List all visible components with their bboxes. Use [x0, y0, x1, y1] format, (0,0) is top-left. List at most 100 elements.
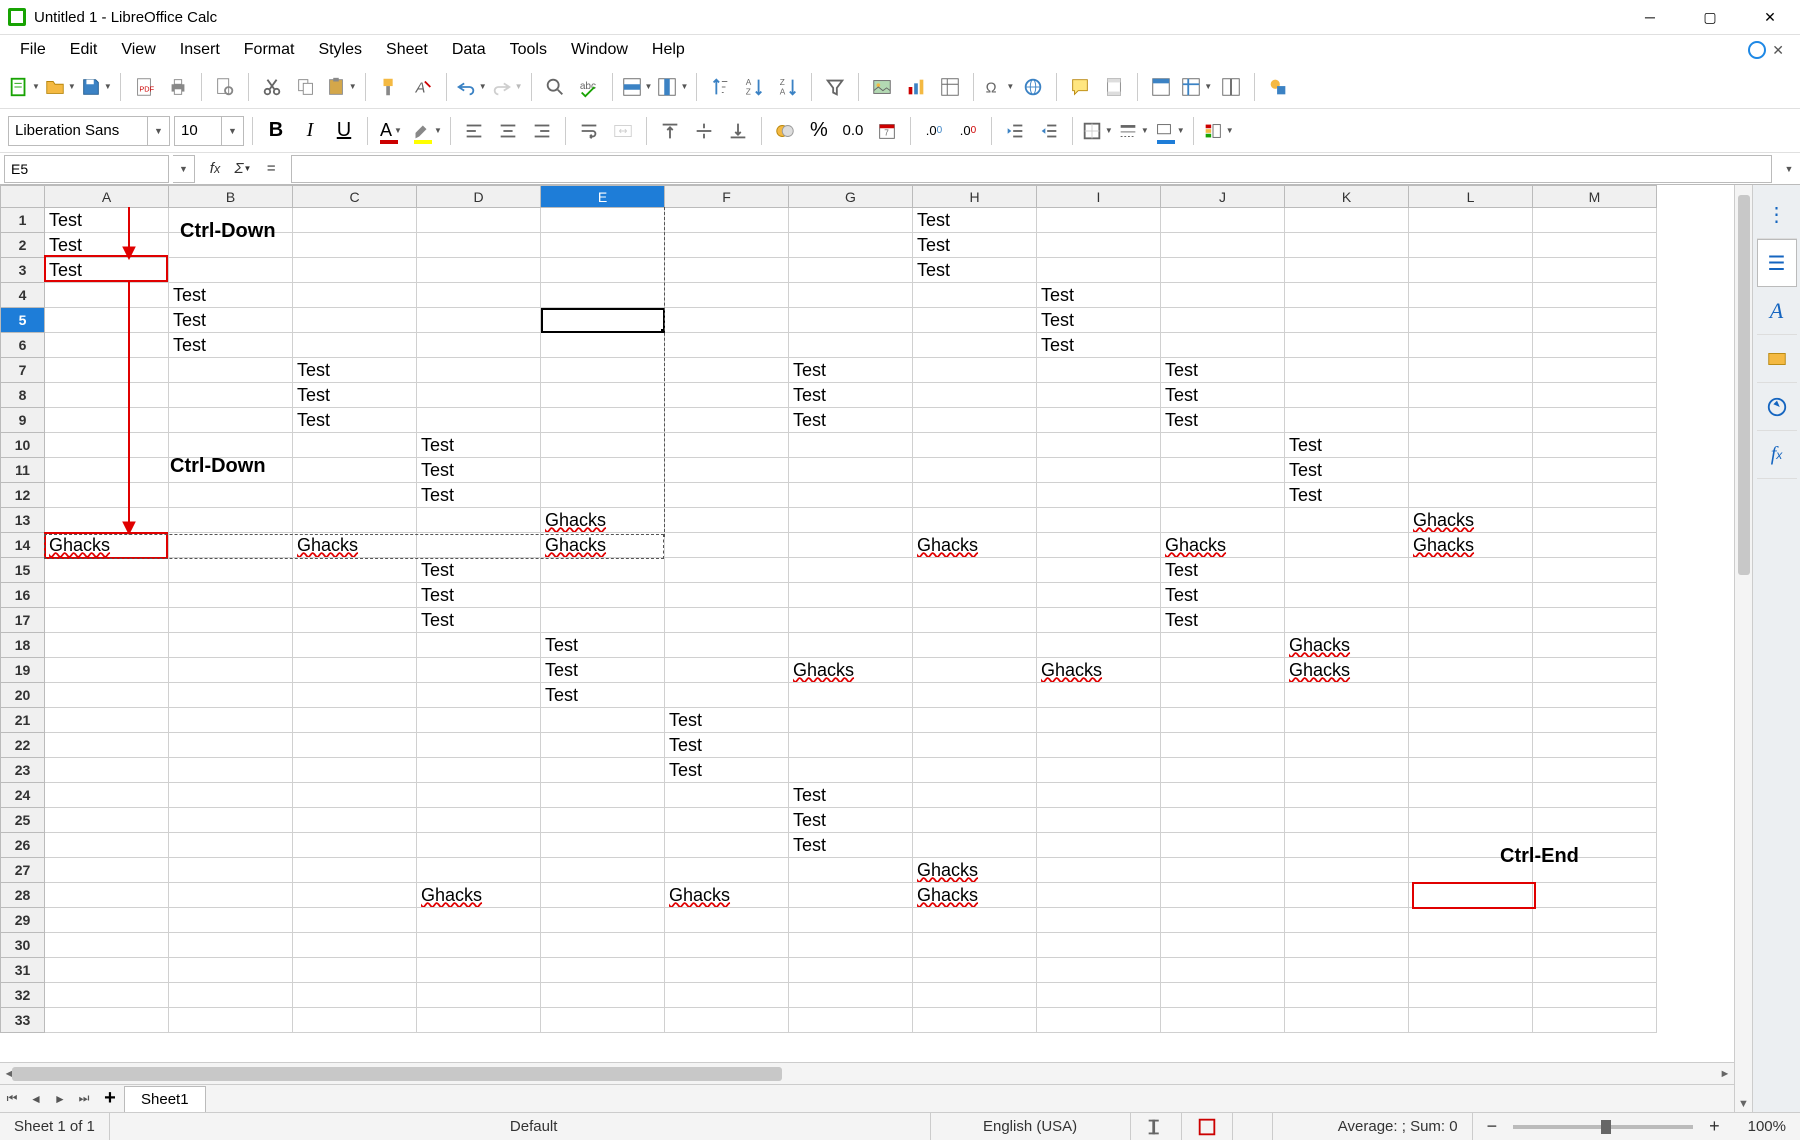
cell-B23[interactable]	[169, 758, 293, 783]
cell-I33[interactable]	[1037, 1008, 1161, 1033]
maximize-button[interactable]: ▢	[1680, 0, 1740, 35]
cell-G27[interactable]	[789, 858, 913, 883]
row-header-6[interactable]: 6	[1, 333, 45, 358]
font-name-input[interactable]	[8, 116, 148, 146]
cell-J30[interactable]	[1161, 933, 1285, 958]
minimize-button[interactable]: ─	[1620, 0, 1680, 35]
cell-E33[interactable]	[541, 1008, 665, 1033]
cell-C25[interactable]	[293, 808, 417, 833]
name-box[interactable]: E5	[4, 155, 169, 183]
cell-K11[interactable]: Test	[1285, 458, 1409, 483]
cell-I9[interactable]	[1037, 408, 1161, 433]
cell-D13[interactable]	[417, 508, 541, 533]
cell-B33[interactable]	[169, 1008, 293, 1033]
cell-L1[interactable]	[1409, 208, 1533, 233]
cell-M8[interactable]	[1533, 383, 1657, 408]
cell-B13[interactable]	[169, 508, 293, 533]
cell-A12[interactable]	[45, 483, 169, 508]
font-name-dropdown[interactable]: ▼	[148, 116, 170, 146]
cell-F14[interactable]	[665, 533, 789, 558]
cell-M25[interactable]	[1533, 808, 1657, 833]
cell-C26[interactable]	[293, 833, 417, 858]
horizontal-scrollbar[interactable]: ◄ ►	[0, 1062, 1734, 1084]
date-button[interactable]: 7	[872, 116, 902, 146]
cell-A27[interactable]	[45, 858, 169, 883]
cell-G19[interactable]: Ghacks	[789, 658, 913, 683]
row-header-15[interactable]: 15	[1, 558, 45, 583]
cell-K33[interactable]	[1285, 1008, 1409, 1033]
cell-E32[interactable]	[541, 983, 665, 1008]
row-header-4[interactable]: 4	[1, 283, 45, 308]
currency-button[interactable]	[770, 116, 800, 146]
cell-A13[interactable]	[45, 508, 169, 533]
cell-F26[interactable]	[665, 833, 789, 858]
bold-button[interactable]: B	[261, 116, 291, 146]
cell-I30[interactable]	[1037, 933, 1161, 958]
cell-C2[interactable]	[293, 233, 417, 258]
sidebar-styles-icon[interactable]: A	[1757, 287, 1797, 335]
row-header-9[interactable]: 9	[1, 408, 45, 433]
cell-F27[interactable]	[665, 858, 789, 883]
row-header-3[interactable]: 3	[1, 258, 45, 283]
cell-D33[interactable]	[417, 1008, 541, 1033]
cell-I25[interactable]	[1037, 808, 1161, 833]
status-language[interactable]: English (USA)	[931, 1113, 1131, 1140]
cell-E2[interactable]	[541, 233, 665, 258]
col-header-B[interactable]: B	[169, 186, 293, 208]
row-header-2[interactable]: 2	[1, 233, 45, 258]
cell-L7[interactable]	[1409, 358, 1533, 383]
italic-button[interactable]: I	[295, 116, 325, 146]
cell-E1[interactable]	[541, 208, 665, 233]
cell-E31[interactable]	[541, 958, 665, 983]
comment-button[interactable]	[1065, 72, 1095, 102]
border-color-button[interactable]: ▼	[1153, 116, 1185, 146]
cell-I27[interactable]	[1037, 858, 1161, 883]
align-bottom-button[interactable]	[723, 116, 753, 146]
cell-L29[interactable]	[1409, 908, 1533, 933]
cell-C29[interactable]	[293, 908, 417, 933]
cell-G28[interactable]	[789, 883, 913, 908]
cell-J9[interactable]: Test	[1161, 408, 1285, 433]
cell-E26[interactable]	[541, 833, 665, 858]
cell-C11[interactable]	[293, 458, 417, 483]
cell-H15[interactable]	[913, 558, 1037, 583]
row-header-28[interactable]: 28	[1, 883, 45, 908]
cell-B18[interactable]	[169, 633, 293, 658]
cell-C1[interactable]	[293, 208, 417, 233]
cell-H11[interactable]	[913, 458, 1037, 483]
cell-G20[interactable]	[789, 683, 913, 708]
cell-F7[interactable]	[665, 358, 789, 383]
cell-E11[interactable]	[541, 458, 665, 483]
cell-E25[interactable]	[541, 808, 665, 833]
cell-L13[interactable]: Ghacks	[1409, 508, 1533, 533]
cell-M27[interactable]	[1533, 858, 1657, 883]
cell-M29[interactable]	[1533, 908, 1657, 933]
cell-F29[interactable]	[665, 908, 789, 933]
font-size-dropdown[interactable]: ▼	[222, 116, 244, 146]
cell-H12[interactable]	[913, 483, 1037, 508]
cell-D14[interactable]	[417, 533, 541, 558]
cell-A2[interactable]: Test	[45, 233, 169, 258]
cell-K16[interactable]	[1285, 583, 1409, 608]
cell-L32[interactable]	[1409, 983, 1533, 1008]
cell-E22[interactable]	[541, 733, 665, 758]
cell-A9[interactable]	[45, 408, 169, 433]
close-button[interactable]: ✕	[1740, 0, 1800, 35]
cell-G4[interactable]	[789, 283, 913, 308]
cell-G10[interactable]	[789, 433, 913, 458]
cell-B9[interactable]	[169, 408, 293, 433]
cell-H19[interactable]	[913, 658, 1037, 683]
cell-C16[interactable]	[293, 583, 417, 608]
cell-I8[interactable]	[1037, 383, 1161, 408]
cell-K1[interactable]	[1285, 208, 1409, 233]
sidebar-functions-icon[interactable]: fx	[1757, 431, 1797, 479]
tab-next-button[interactable]: ►	[48, 1087, 72, 1111]
cell-J11[interactable]	[1161, 458, 1285, 483]
cell-J1[interactable]	[1161, 208, 1285, 233]
cell-L5[interactable]	[1409, 308, 1533, 333]
cell-I19[interactable]: Ghacks	[1037, 658, 1161, 683]
merge-cells-button[interactable]	[608, 116, 638, 146]
row-header-22[interactable]: 22	[1, 733, 45, 758]
cell-E9[interactable]	[541, 408, 665, 433]
cell-G5[interactable]	[789, 308, 913, 333]
